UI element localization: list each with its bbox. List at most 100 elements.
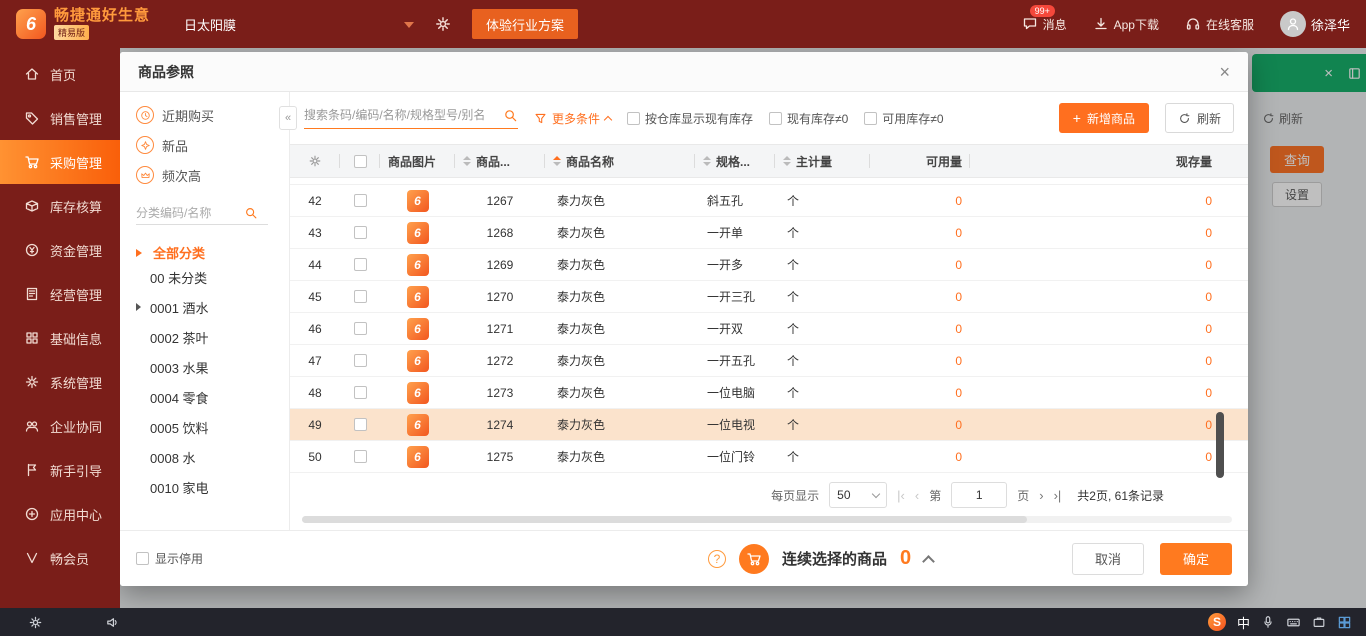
sort-icon[interactable]	[703, 156, 711, 166]
sidebar-item-1[interactable]: 首页	[0, 52, 120, 96]
more-filters-button[interactable]: 更多条件	[534, 110, 613, 127]
table-row[interactable]: 42 6 1267 泰力灰色 斜五孔 个 0 0	[290, 185, 1248, 217]
sort-icon[interactable]	[553, 156, 561, 166]
row-checkbox[interactable]	[353, 418, 367, 431]
filter-checkbox-2[interactable]: 现有库存≠0	[769, 110, 848, 127]
category-item-3[interactable]: 0002 茶叶	[136, 322, 289, 352]
cart-icon[interactable]	[739, 543, 769, 574]
gear-icon	[29, 616, 42, 628]
sidebar-item-9[interactable]: 企业协同	[0, 404, 120, 448]
row-checkbox[interactable]	[353, 322, 367, 335]
column-header-7[interactable]: 主计量	[775, 145, 870, 177]
row-checkbox[interactable]	[353, 226, 367, 239]
company-selector[interactable]: 日太阳膜	[184, 15, 415, 34]
keyboard-icon[interactable]	[1286, 615, 1301, 630]
table-row[interactable]: 49 6 1274 泰力灰色 一位电视 个 0 0	[290, 409, 1248, 441]
first-page-button[interactable]: |‹	[897, 488, 905, 503]
sidebar-item-12[interactable]: 畅会员	[0, 536, 120, 580]
category-item-2[interactable]: 0001 酒水	[136, 292, 289, 322]
confirm-button[interactable]: 确定	[1160, 542, 1232, 575]
row-checkbox[interactable]	[353, 386, 367, 399]
checkbox[interactable]	[769, 111, 783, 125]
table-row[interactable]: 43 6 1268 泰力灰色 一开单 个 0 0	[290, 217, 1248, 249]
messages-button[interactable]: 99+ 消息	[1022, 4, 1067, 33]
category-item-6[interactable]: 0005 饮料	[136, 412, 289, 442]
refresh-button[interactable]: 刷新	[1164, 103, 1234, 133]
row-checkbox[interactable]	[353, 354, 367, 367]
mic-icon[interactable]	[1261, 615, 1275, 629]
category-item-4[interactable]: 0003 水果	[136, 352, 289, 382]
sogou-ime-icon[interactable]: S	[1207, 613, 1226, 631]
experience-solution-button[interactable]: 体验行业方案	[472, 9, 579, 39]
quick-filter-2[interactable]: 新品	[136, 130, 289, 160]
row-checkbox[interactable]	[353, 258, 367, 271]
collapse-panel-button[interactable]: «	[279, 106, 297, 130]
quick-filter-3[interactable]: 频次高	[136, 160, 289, 190]
row-checkbox[interactable]	[353, 450, 367, 463]
column-settings-button[interactable]	[290, 145, 340, 177]
category-item-7[interactable]: 0008 水	[136, 442, 289, 472]
column-header-6[interactable]: 规格...	[695, 145, 775, 177]
select-all-checkbox[interactable]	[340, 145, 380, 177]
sidebar-item-2[interactable]: 销售管理	[0, 96, 120, 140]
app-grid-icon[interactable]	[1337, 615, 1352, 630]
sidebar-item-11[interactable]: 应用中心	[0, 492, 120, 536]
show-disabled-toggle[interactable]: 显示停用	[136, 550, 203, 567]
last-page-button[interactable]: ›|	[1054, 488, 1062, 503]
sidebar-item-10[interactable]: 新手引导	[0, 448, 120, 492]
online-support-button[interactable]: 在线客服	[1185, 16, 1254, 33]
table-row[interactable]: 47 6 1272 泰力灰色 一开五孔 个 0 0	[290, 345, 1248, 377]
close-icon[interactable]: ×	[1219, 63, 1230, 81]
table-row[interactable]: 44 6 1269 泰力灰色 一开多 个 0 0	[290, 249, 1248, 281]
category-root[interactable]: 全部分类	[136, 243, 289, 262]
prev-page-button[interactable]: ‹	[915, 488, 919, 503]
column-header-4[interactable]: 商品...	[455, 145, 545, 177]
category-item-1[interactable]: 00 未分类	[136, 262, 289, 292]
show-disabled-checkbox[interactable]	[136, 552, 149, 565]
table-row[interactable]: 50 6 1275 泰力灰色 一位门铃 个 0 0	[290, 441, 1248, 473]
sidebar-item-4[interactable]: 库存核算	[0, 184, 120, 228]
taskbar-gear-icon[interactable]	[28, 615, 43, 630]
category-search-input[interactable]	[136, 206, 244, 220]
row-checkbox[interactable]	[353, 290, 367, 303]
vertical-scroll-thumb[interactable]	[1216, 412, 1224, 478]
category-search-icon[interactable]	[244, 206, 258, 220]
product-search-input[interactable]	[304, 108, 503, 122]
sidebar-item-6[interactable]: 经营管理	[0, 272, 120, 316]
collapse-summary-icon[interactable]	[922, 554, 936, 568]
table-row[interactable]: 45 6 1270 泰力灰色 一开三孔 个 0 0	[290, 281, 1248, 313]
expand-triangle-icon[interactable]	[136, 303, 145, 311]
help-icon[interactable]: ?	[708, 549, 726, 568]
user-menu[interactable]: 徐泽华	[1279, 11, 1350, 37]
app-download-button[interactable]: App下载	[1093, 16, 1159, 33]
speaker-icon[interactable]	[105, 615, 120, 630]
per-page-select[interactable]: 50	[829, 482, 888, 508]
page-number-input[interactable]	[951, 482, 1008, 508]
row-checkbox[interactable]	[353, 194, 367, 207]
filter-checkbox-1[interactable]: 按仓库显示现有库存	[627, 110, 753, 127]
sort-icon[interactable]	[463, 156, 471, 166]
category-item-8[interactable]: 0010 家电	[136, 472, 289, 502]
cancel-button[interactable]: 取消	[1072, 542, 1144, 575]
sidebar-item-3[interactable]: 采购管理	[0, 140, 120, 184]
table-row[interactable]: 48 6 1273 泰力灰色 一位电脑 个 0 0	[290, 377, 1248, 409]
sidebar-item-8[interactable]: 系统管理	[0, 360, 120, 404]
table-row[interactable]: 46 6 1271 泰力灰色 一开双 个 0 0	[290, 313, 1248, 345]
product-search-icon[interactable]	[503, 108, 518, 123]
quick-filter-1[interactable]: 近期购买	[136, 100, 289, 130]
checkbox[interactable]	[864, 111, 878, 125]
sidebar-item-7[interactable]: 基础信息	[0, 316, 120, 360]
sidebar-item-5[interactable]: 资金管理	[0, 228, 120, 272]
ime-language-toggle[interactable]: 中	[1237, 613, 1250, 632]
filter-checkbox-3[interactable]: 可用库存≠0	[864, 110, 944, 127]
sort-icon[interactable]	[783, 156, 791, 166]
category-item-5[interactable]: 0004 零食	[136, 382, 289, 412]
horizontal-scrollbar[interactable]	[302, 516, 1232, 523]
toolbox-icon[interactable]	[1312, 615, 1326, 629]
next-page-button[interactable]: ›	[1039, 488, 1043, 503]
add-product-button[interactable]: + 新增商品	[1058, 103, 1149, 133]
settings-gear-button[interactable]	[434, 15, 452, 33]
column-header-5[interactable]: 商品名称	[545, 145, 695, 177]
checkbox[interactable]	[627, 111, 641, 125]
horizontal-scroll-thumb[interactable]	[302, 516, 1028, 523]
